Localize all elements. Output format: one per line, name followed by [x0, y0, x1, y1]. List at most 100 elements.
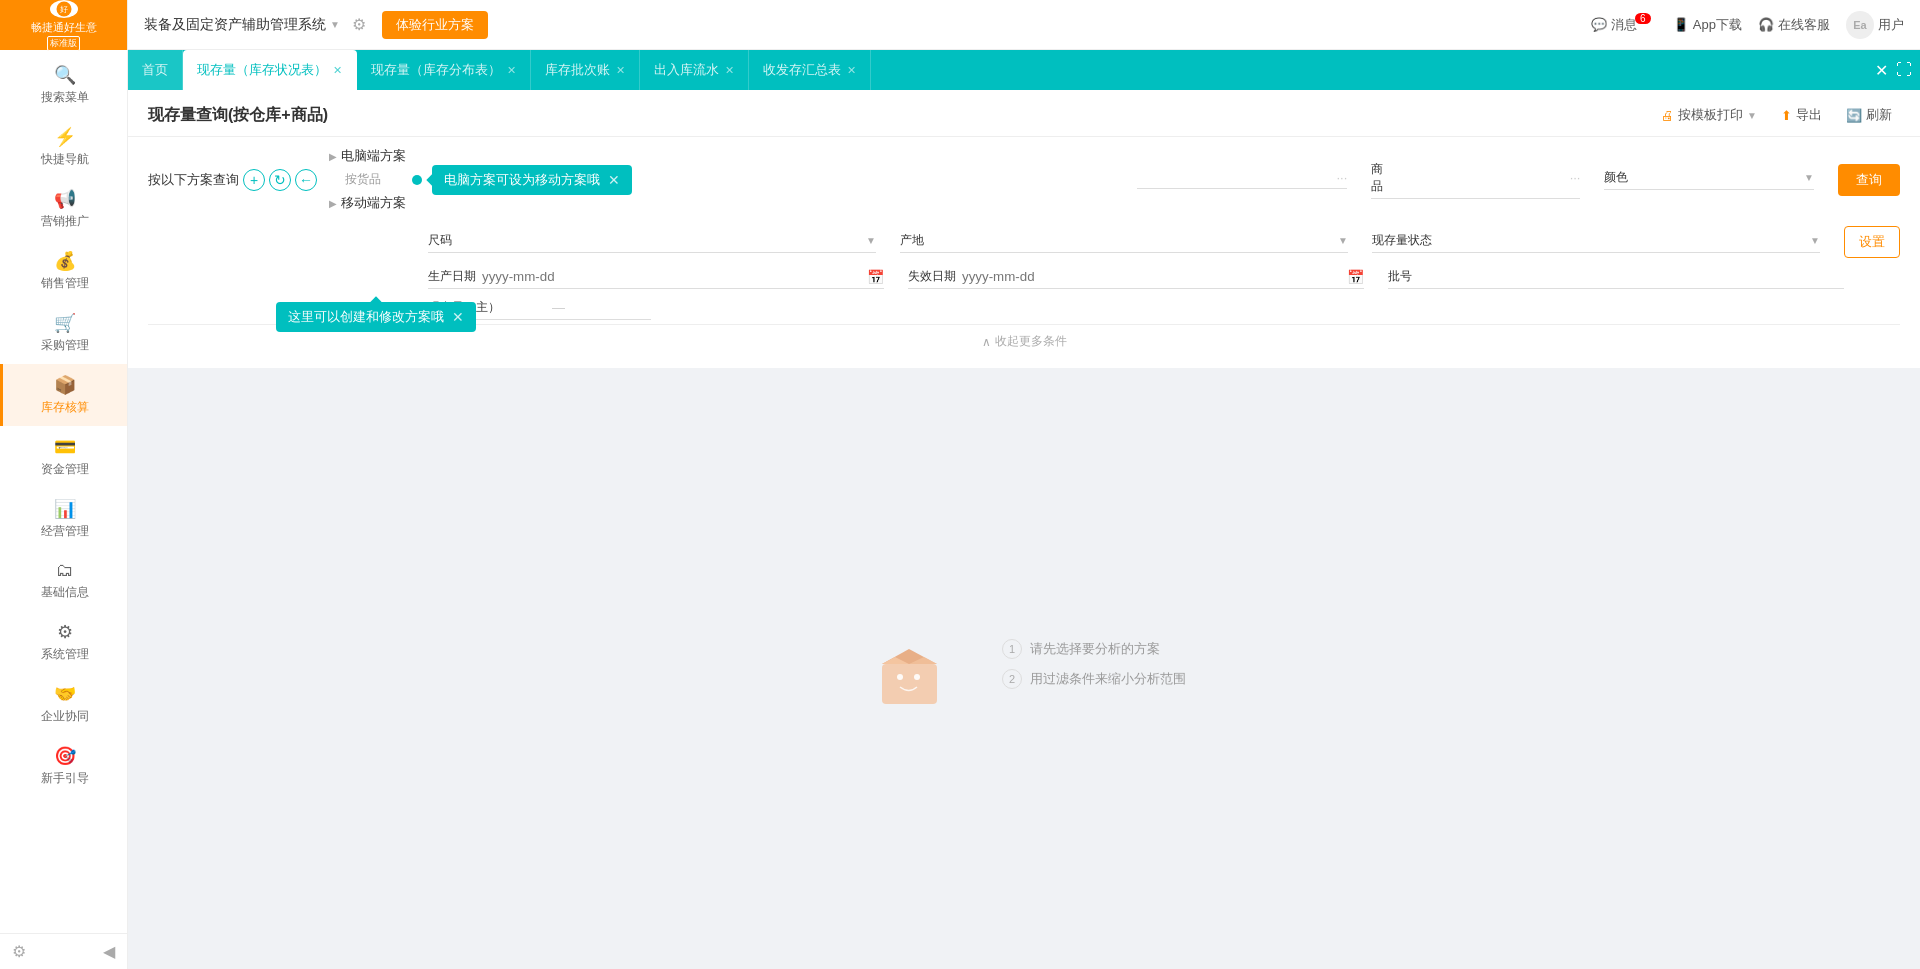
system-icon: ⚙: [57, 621, 73, 643]
headset-icon: 🎧: [1758, 17, 1774, 32]
stock-main-from[interactable]: [506, 300, 546, 315]
size-input[interactable]: [458, 233, 866, 248]
batch-label: 批号: [1388, 268, 1412, 285]
notification-action[interactable]: 💬 消息 6: [1591, 16, 1657, 34]
sidebar-item-marketing[interactable]: 📢 营销推广: [0, 178, 127, 240]
origin-input[interactable]: [930, 233, 1338, 248]
tab-label: 现存量（库存分布表）: [371, 61, 501, 79]
scheme-item-pc[interactable]: ▶ 电脑端方案: [329, 147, 406, 165]
newguide-icon: 🎯: [54, 745, 76, 767]
tooltip-scheme-edit: 这里可以创建和修改方案哦 ✕: [276, 302, 476, 332]
sidebar-item-basics[interactable]: 🗂 基础信息: [0, 550, 127, 611]
tooltip1-text: 电脑方案可设为移动方案哦: [444, 171, 600, 189]
step2: 2 用过滤条件来缩小分析范围: [1002, 669, 1186, 689]
sidebar-item-finance[interactable]: 💳 资金管理: [0, 426, 127, 488]
tab-batch-account[interactable]: 库存批次账 ✕: [531, 50, 640, 90]
sidebar-item-system[interactable]: ⚙ 系统管理: [0, 611, 127, 673]
tab-inventory-status[interactable]: 现存量（库存状况表） ✕: [183, 50, 357, 90]
sidebar-item-sales[interactable]: 💰 销售管理: [0, 240, 127, 302]
size-arrow[interactable]: ▼: [866, 235, 876, 246]
empty-illustration: [862, 619, 962, 719]
field-warehouse: ···: [1137, 170, 1347, 189]
sidebar-nav: 🔍 搜索菜单 ⚡ 快捷导航 📢 营销推广 💰 销售管理 🛒 采购管理 📦 库存核…: [0, 50, 127, 933]
tab-close-icon[interactable]: ✕: [616, 64, 625, 77]
online-support-label: 在线客服: [1778, 16, 1830, 34]
warehouse-dots[interactable]: ···: [1336, 170, 1347, 185]
collapse-sidebar-icon[interactable]: ◀: [103, 942, 115, 961]
tab-label: 收发存汇总表: [763, 61, 841, 79]
sidebar-item-quicknav[interactable]: ⚡ 快捷导航: [0, 116, 127, 178]
app-logo: 好 畅捷通好生意 标准版: [0, 0, 127, 50]
sidebar-item-label: 基础信息: [41, 584, 89, 601]
page-title: 现存量查询(按仓库+商品): [148, 105, 328, 126]
product-dots[interactable]: ···: [1570, 170, 1581, 185]
tab-close-icon[interactable]: ✕: [847, 64, 856, 77]
tab-fullscreen-icon[interactable]: ⛶: [1896, 61, 1912, 79]
set-button[interactable]: 设置: [1844, 226, 1900, 258]
finance-icon: 💳: [54, 436, 76, 458]
back-button[interactable]: ←: [295, 169, 317, 191]
user-action[interactable]: Ea 用户: [1846, 11, 1904, 39]
trial-button[interactable]: 体验行业方案: [382, 11, 488, 39]
sidebar-item-cooperation[interactable]: 🤝 企业协同: [0, 673, 127, 735]
tab-flow[interactable]: 出入库流水 ✕: [640, 50, 749, 90]
sidebar-item-search[interactable]: 🔍 搜索菜单: [0, 54, 127, 116]
collapse-button[interactable]: ∧ 收起更多条件: [982, 333, 1067, 350]
sidebar-item-purchase[interactable]: 🛒 采购管理: [0, 302, 127, 364]
svg-point-7: [914, 674, 920, 680]
scheme-sub-item[interactable]: 按货品: [345, 171, 406, 188]
sidebar-item-newguide[interactable]: 🎯 新手引导: [0, 735, 127, 797]
tab-close-all-icon[interactable]: ✕: [1875, 61, 1888, 80]
stock-status-arrow[interactable]: ▼: [1810, 235, 1820, 246]
prod-date-cal-icon[interactable]: 📅: [867, 269, 884, 285]
online-support-action[interactable]: 🎧 在线客服: [1758, 16, 1830, 34]
print-button[interactable]: 🖨 按模板打印 ▼: [1653, 102, 1765, 128]
batch-input[interactable]: [1418, 269, 1844, 284]
warehouse-input[interactable]: [1167, 170, 1336, 185]
scheme-item-mobile[interactable]: ▶ 移动端方案: [329, 194, 406, 212]
refresh-button[interactable]: 🔄 刷新: [1838, 102, 1900, 128]
tooltip1-close[interactable]: ✕: [608, 172, 620, 188]
exp-date-cal-icon[interactable]: 📅: [1347, 269, 1364, 285]
dropdown-arrow-icon: ▼: [330, 19, 340, 30]
exp-date-input[interactable]: [962, 269, 1347, 284]
tab-close-icon[interactable]: ✕: [333, 64, 342, 77]
product-input[interactable]: [1401, 170, 1570, 185]
export-button[interactable]: ⬆ 导出: [1773, 102, 1830, 128]
tab-label: 现存量（库存状况表）: [197, 61, 327, 79]
tab-home[interactable]: 首页: [128, 50, 183, 90]
color-input[interactable]: [1634, 170, 1804, 185]
search-icon: 🔍: [54, 64, 76, 86]
sidebar-item-management[interactable]: 📊 经营管理: [0, 488, 127, 550]
prod-date-input[interactable]: [482, 269, 867, 284]
origin-arrow[interactable]: ▼: [1338, 235, 1348, 246]
app-download-action[interactable]: 📱 App下载: [1673, 16, 1742, 34]
tab-close-icon[interactable]: ✕: [725, 64, 734, 77]
print-icon: 🖨: [1661, 108, 1674, 123]
settings-icon[interactable]: ⚙: [352, 15, 366, 34]
tab-close-icon[interactable]: ✕: [507, 64, 516, 77]
stock-status-input[interactable]: [1438, 233, 1810, 248]
sidebar-item-label: 搜索菜单: [41, 89, 89, 106]
filter-row2: 尺码 ▼ 产地 ▼ 现存量状态 ▼ 设置: [148, 226, 1900, 258]
logo-icon: 好: [50, 0, 78, 18]
add-scheme-button[interactable]: +: [243, 169, 265, 191]
tab-inventory-distribution[interactable]: 现存量（库存分布表） ✕: [357, 50, 531, 90]
scheme-dot: [412, 175, 422, 185]
refresh-label: 刷新: [1866, 106, 1892, 124]
system-name-dropdown[interactable]: 装备及固定资产辅助管理系统 ▼: [144, 16, 340, 34]
tooltip2-close[interactable]: ✕: [452, 309, 464, 325]
sidebar-item-inventory[interactable]: 📦 库存核算: [0, 364, 127, 426]
sidebar-item-label: 资金管理: [41, 461, 89, 478]
refresh-icon: 🔄: [1846, 108, 1862, 123]
tab-summary[interactable]: 收发存汇总表 ✕: [749, 50, 871, 90]
sidebar-item-label: 新手引导: [41, 770, 89, 787]
stock-main-to[interactable]: [571, 300, 651, 315]
filter-label: 按以下方案查询: [148, 171, 239, 189]
app-download-label: App下载: [1693, 16, 1742, 34]
search-button[interactable]: 查询: [1838, 164, 1900, 196]
sidebar-item-label: 企业协同: [41, 708, 89, 725]
color-arrow[interactable]: ▼: [1804, 172, 1814, 183]
settings-bottom-icon[interactable]: ⚙: [12, 942, 26, 961]
refresh-scheme-button[interactable]: ↻: [269, 169, 291, 191]
